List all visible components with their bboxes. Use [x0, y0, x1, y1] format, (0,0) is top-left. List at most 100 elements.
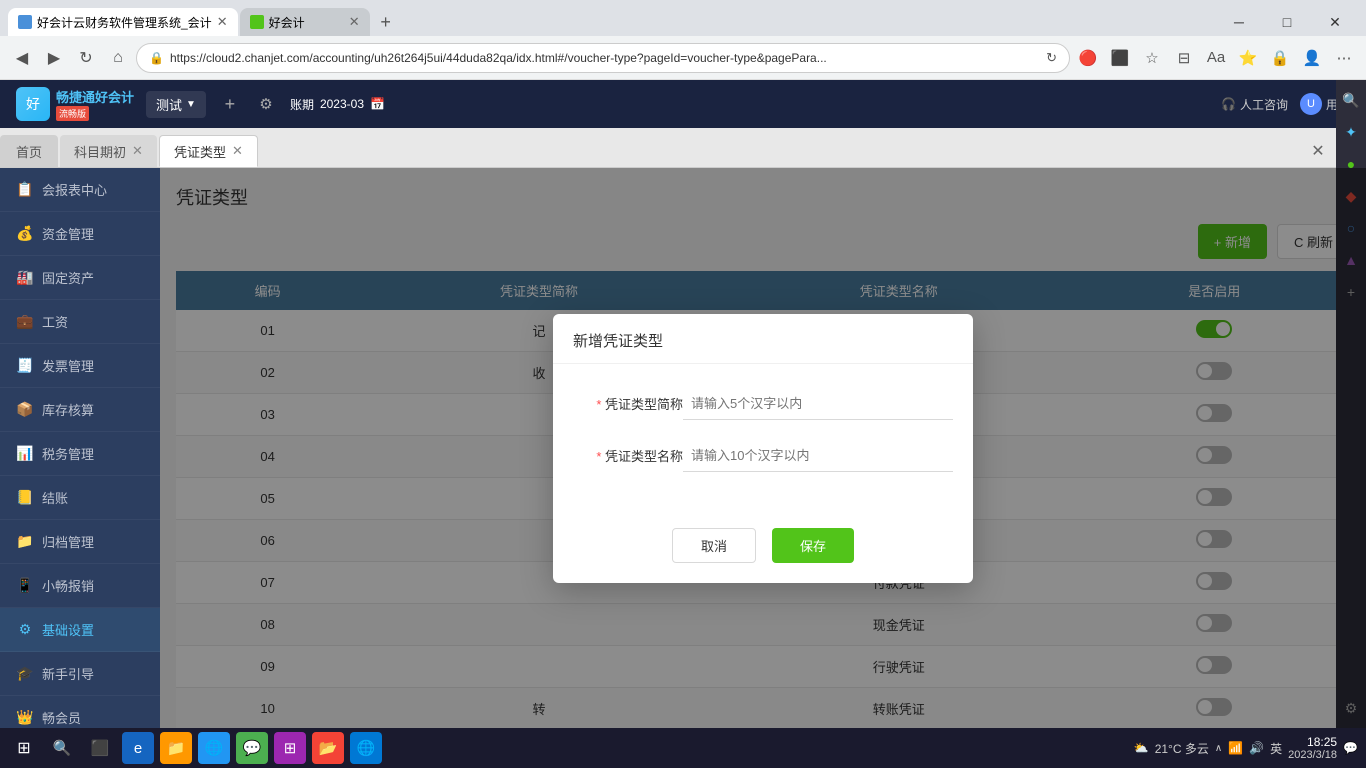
close-accounts-label: 结账 [42, 488, 68, 507]
taskbar-time: 18:25 [1288, 735, 1337, 749]
sidebar-item-salary[interactable]: 💼 工资 [0, 300, 160, 344]
sidebar-item-expense[interactable]: 📱 小畅报销 [0, 564, 160, 608]
taskbar-app-6[interactable]: 📂 [312, 732, 344, 764]
dialog-footer: 取消 保存 [553, 516, 973, 583]
taskbar-lang[interactable]: 英 [1270, 740, 1282, 757]
full-name-input[interactable] [683, 440, 953, 472]
reports-label: 会报表中心 [42, 180, 107, 199]
extension-icon-4[interactable]: ⊟ [1170, 44, 1198, 72]
assets-icon: 🏭 [16, 269, 34, 287]
address-bar[interactable]: 🔒 https://cloud2.chanjet.com/accounting/… [136, 43, 1070, 73]
sidebar-item-member[interactable]: 👑 畅会员 [0, 696, 160, 728]
taskbar-notification[interactable]: 💬 [1343, 741, 1358, 755]
home-button[interactable]: ⌂ [104, 44, 132, 72]
extension-icon-8[interactable]: 👤 [1298, 44, 1326, 72]
window-close[interactable]: ✕ [1312, 8, 1358, 36]
window-close-icon[interactable]: ✕ [1302, 135, 1334, 167]
tab-1[interactable]: 好会计云财务软件管理系统_会计 ✕ [8, 8, 238, 36]
tab2-close-icon[interactable]: ✕ [349, 14, 360, 30]
extension-icon-5[interactable]: Aa [1202, 44, 1230, 72]
new-tab-button[interactable]: + [372, 8, 400, 36]
tab1-close-icon[interactable]: ✕ [217, 14, 228, 30]
tax-icon: 📊 [16, 445, 34, 463]
archive-label: 归档管理 [42, 532, 94, 551]
taskbar-app-2[interactable]: 📁 [160, 732, 192, 764]
salary-label: 工资 [42, 312, 68, 331]
sidebar-item-invoice[interactable]: 🧾 发票管理 [0, 344, 160, 388]
taskbar-date: 2023/3/18 [1288, 749, 1337, 761]
sidebar-item-inventory[interactable]: 📦 库存核算 [0, 388, 160, 432]
short-name-label: * 凭证类型简称 [573, 394, 683, 413]
back-button[interactable]: ◀ [8, 44, 36, 72]
extension-icon-1[interactable]: 🔴 [1074, 44, 1102, 72]
dialog-overlay: 新增凭证类型 * 凭证类型简称 * 凭证类型名称 [160, 168, 1366, 728]
tab-subject[interactable]: 科目期初 ✕ [60, 135, 157, 167]
taskbar-task-view[interactable]: ⬛ [84, 732, 116, 764]
extension-icon-7[interactable]: 🔒 [1266, 44, 1294, 72]
taskbar-chevron[interactable]: ∧ [1215, 743, 1222, 754]
sidebar-item-close[interactable]: 📒 结账 [0, 476, 160, 520]
lock-icon: 🔒 [149, 51, 164, 65]
short-name-input[interactable] [683, 388, 953, 420]
extension-icon-2[interactable]: ⬛ [1106, 44, 1134, 72]
taskbar-clock: 18:25 2023/3/18 [1288, 735, 1337, 761]
tab-voucher[interactable]: 凭证类型 ✕ [159, 135, 258, 167]
ext-icon-1[interactable]: ✦ [1339, 120, 1363, 144]
refresh-button[interactable]: ↻ [72, 44, 100, 72]
sidebar-item-assets[interactable]: 🏭 固定资产 [0, 256, 160, 300]
taskbar-app-3[interactable]: 🌐 [198, 732, 230, 764]
company-name: 测试 [156, 95, 182, 114]
human-service-button[interactable]: 🎧 人工咨询 [1221, 96, 1288, 113]
settings-button[interactable]: ⚙ [254, 92, 278, 116]
taskbar-weather-text: 21°C 多云 [1155, 740, 1209, 757]
content-area: 凭证类型 + 新增 C 刷新 编码 凭证类型简称 凭证类型名称 是否启用 [160, 168, 1366, 728]
save-button[interactable]: 保存 [772, 528, 854, 563]
cancel-button[interactable]: 取消 [672, 528, 756, 563]
taskbar-app-5[interactable]: ⊞ [274, 732, 306, 764]
extension-icon-3[interactable]: ☆ [1138, 44, 1166, 72]
reload-icon: ↻ [1046, 50, 1057, 66]
ext-search-icon[interactable]: 🔍 [1339, 88, 1363, 112]
company-selector[interactable]: 测试 ▼ [146, 91, 206, 118]
logo-icon: 好 [16, 87, 50, 121]
assets-label: 固定资产 [42, 268, 94, 287]
user-avatar: U [1300, 93, 1322, 115]
member-label: 畅会员 [42, 708, 81, 727]
close-accounts-icon: 📒 [16, 489, 34, 507]
tab-2[interactable]: 好会计 ✕ [240, 8, 370, 36]
period-value: 2023-03 [320, 97, 364, 111]
settings-label: 基础设置 [42, 620, 94, 639]
window-maximize[interactable]: □ [1264, 8, 1310, 36]
taskbar-search[interactable]: 🔍 [46, 732, 78, 764]
taskbar-app-4[interactable]: 💬 [236, 732, 268, 764]
sidebar-item-settings[interactable]: ⚙ 基础设置 [0, 608, 160, 652]
taskbar-system-icons: ⛅ 21°C 多云 ∧ 📶 🔊 英 18:25 2023/3/18 💬 [1134, 735, 1358, 761]
archive-icon: 📁 [16, 533, 34, 551]
calendar-icon[interactable]: 📅 [370, 97, 385, 111]
taskbar: ⊞ 🔍 ⬛ e 📁 🌐 💬 ⊞ 📂 🌐 ⛅ 21°C 多云 ∧ 📶 🔊 英 18… [0, 728, 1366, 768]
more-options-button[interactable]: ⋯ [1330, 44, 1358, 72]
tab-homepage[interactable]: 首页 [0, 135, 58, 167]
expense-label: 小畅报销 [42, 576, 94, 595]
taskbar-app-edge[interactable]: 🌐 [350, 732, 382, 764]
expense-icon: 📱 [16, 577, 34, 595]
sidebar-item-reports[interactable]: 📋 会报表中心 [0, 168, 160, 212]
address-text: https://cloud2.chanjet.com/accounting/uh… [170, 51, 1040, 65]
sidebar-item-finance[interactable]: 💰 资金管理 [0, 212, 160, 256]
tab-voucher-label: 凭证类型 [174, 142, 226, 161]
app-logo: 好 畅捷通好会计 流畅版 [16, 87, 134, 121]
add-account-button[interactable]: + [218, 92, 242, 116]
window-minimize[interactable]: ─ [1216, 8, 1262, 36]
extension-icon-6[interactable]: ⭐ [1234, 44, 1262, 72]
taskbar-app-1[interactable]: e [122, 732, 154, 764]
add-voucher-dialog: 新增凭证类型 * 凭证类型简称 * 凭证类型名称 [553, 314, 973, 583]
sidebar-item-tax[interactable]: 📊 税务管理 [0, 432, 160, 476]
tab-subject-label: 科目期初 [74, 142, 126, 161]
guide-icon: 🎓 [16, 665, 34, 683]
sidebar-item-guide[interactable]: 🎓 新手引导 [0, 652, 160, 696]
sidebar-item-archive[interactable]: 📁 归档管理 [0, 520, 160, 564]
forward-button[interactable]: ▶ [40, 44, 68, 72]
tab-voucher-close[interactable]: ✕ [232, 143, 243, 159]
start-button[interactable]: ⊞ [8, 732, 40, 764]
tab-subject-close[interactable]: ✕ [132, 143, 143, 159]
